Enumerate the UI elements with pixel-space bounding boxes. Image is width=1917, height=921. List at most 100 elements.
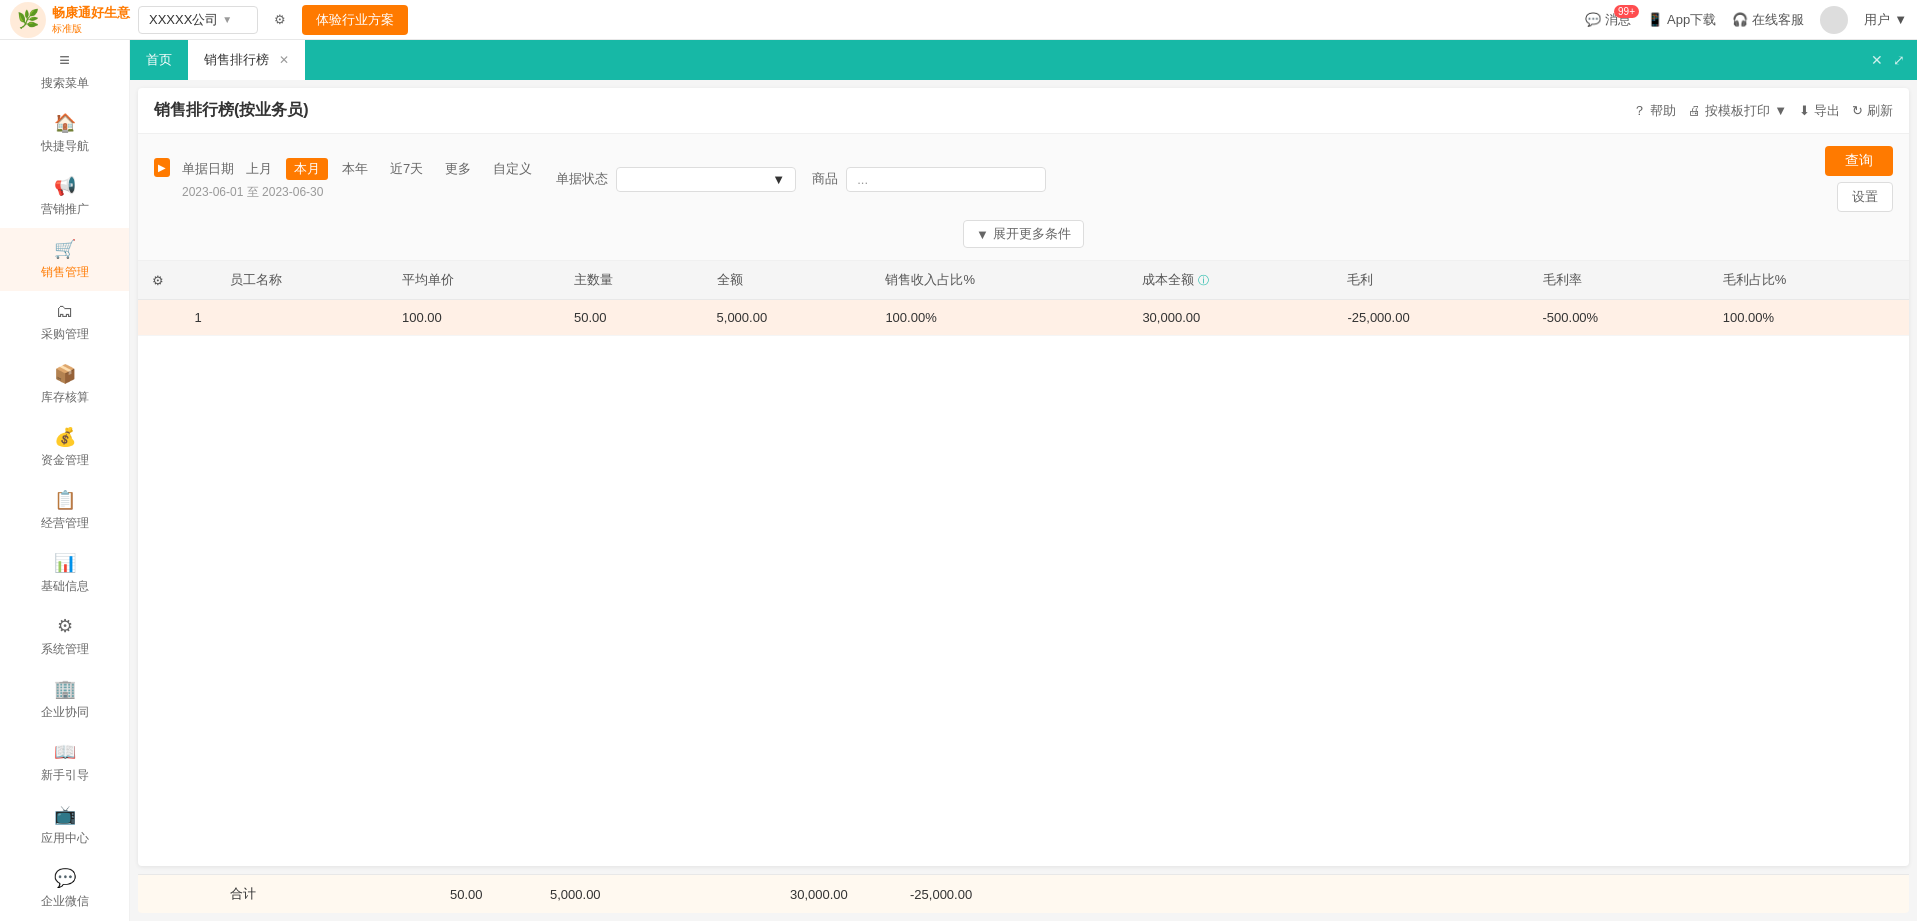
app-subtitle: 标准版 [52, 22, 130, 36]
date-filter: 单据日期 上月 本月 本年 近7天 更多 自定义 [182, 158, 540, 201]
user-name[interactable]: 用户 ▼ [1864, 11, 1907, 29]
svg-text:🌿: 🌿 [17, 8, 40, 30]
app-title: 畅康通好生意 [52, 4, 130, 22]
date-tab-7days[interactable]: 近7天 [382, 158, 431, 180]
filter-expand-toggle[interactable]: ▶ [154, 158, 170, 177]
date-tab-this-month[interactable]: 本月 [286, 158, 328, 180]
footer-main-qty: 50.00 [450, 887, 550, 902]
col-amount: 全额 [705, 261, 874, 300]
date-tab-last-month[interactable]: 上月 [238, 158, 280, 180]
table-row: 1 100.00 50.00 5,000.00 100.00% 30,000.0… [138, 300, 1909, 336]
query-button[interactable]: 查询 [1825, 146, 1893, 176]
content-area: 首页 销售排行榜 ✕ ✕ ⤢ 销售排行榜(按业务员) [130, 40, 1917, 921]
logo-area: 🌿 畅康通好生意 标准版 [10, 2, 130, 38]
cell-employee [218, 300, 390, 336]
col-main-qty: 主数量 [562, 261, 705, 300]
main-area: ≡ 搜索菜单 🏠 快捷导航 📢 营销推广 🛒 销售管理 🗂 采购管理 📦 [0, 40, 1917, 921]
goods-filter-label: 商品 [812, 170, 838, 188]
window-expand-icon[interactable]: ⤢ [1893, 52, 1905, 68]
sidebar-item-label: 采购管理 [41, 326, 89, 343]
logo-text: 畅康通好生意 标准版 [52, 4, 130, 36]
clipboard-icon: 📋 [54, 489, 76, 511]
help-btn[interactable]: ？ 帮助 [1633, 102, 1676, 120]
template-print-btn[interactable]: 🖨 按模板打印 ▼ [1688, 102, 1787, 120]
sidebar-item-label: 库存核算 [41, 389, 89, 406]
cell-amount: 5,000.00 [705, 300, 874, 336]
chevron-down-icon: ▼ [976, 227, 989, 242]
megaphone-icon: 📢 [54, 175, 76, 197]
page-title: 销售排行榜(按业务员) [154, 100, 309, 121]
footer-amount: 5,000.00 [550, 887, 670, 902]
info-icon: ⓘ [1198, 274, 1209, 286]
wechat-icon: 💬 [54, 867, 76, 889]
sidebar-item-inventory[interactable]: 📦 库存核算 [0, 353, 129, 416]
sidebar-item-quick-nav[interactable]: 🏠 快捷导航 [0, 102, 129, 165]
chart-icon: 📊 [54, 552, 76, 574]
online-service-btn[interactable]: 🎧 在线客服 [1732, 11, 1804, 29]
sidebar-item-search-order[interactable]: ≡ 搜索菜单 [0, 40, 129, 102]
date-tab-custom[interactable]: 自定义 [485, 158, 540, 180]
sidebar-item-label: 系统管理 [41, 641, 89, 658]
date-tab-this-year[interactable]: 本年 [334, 158, 376, 180]
date-tabs: 上月 本月 本年 近7天 更多 自定义 [238, 158, 540, 180]
goods-placeholder: ... [857, 172, 1035, 187]
sidebar-item-enterprise-collab[interactable]: 🏢 企业协同 [0, 668, 129, 731]
cart-icon: 🛒 [54, 238, 76, 260]
company-selector[interactable]: XXXXX公司 ▼ [138, 6, 258, 34]
window-close-icon[interactable]: ✕ [1871, 52, 1883, 68]
chevron-down-icon: ▼ [222, 14, 232, 25]
status-select[interactable]: ▼ [616, 167, 796, 192]
system-icon: ⚙ [57, 615, 73, 637]
tab-close-icon[interactable]: ✕ [279, 53, 289, 67]
sidebar-item-label: 快捷导航 [41, 138, 89, 155]
tab-bar: 首页 销售排行榜 ✕ ✕ ⤢ [130, 40, 1917, 80]
setting-button[interactable]: 设置 [1837, 182, 1893, 212]
sidebar-item-sales[interactable]: 🛒 销售管理 [0, 228, 129, 291]
expand-more-btn[interactable]: ▼ 展开更多条件 [963, 220, 1084, 248]
tab-sales-rank[interactable]: 销售排行榜 ✕ [188, 40, 305, 80]
page-content: 销售排行榜(按业务员) ？ 帮助 🖨 按模板打印 ▼ ⬇ [138, 88, 1909, 866]
sidebar-item-basic-info[interactable]: 📊 基础信息 [0, 542, 129, 605]
trial-button[interactable]: 体验行业方案 [302, 5, 408, 35]
col-settings[interactable]: ⚙ [138, 261, 178, 300]
sidebar-item-finance[interactable]: 💰 资金管理 [0, 416, 129, 479]
goods-input[interactable]: ... [846, 167, 1046, 192]
settings-icon-btn[interactable]: ⚙ [266, 6, 294, 34]
date-tab-more[interactable]: 更多 [437, 158, 479, 180]
table-settings-icon[interactable]: ⚙ [152, 273, 164, 288]
notification-icon: 💬 [1585, 12, 1601, 27]
sidebar-item-app-center[interactable]: 📺 应用中心 [0, 794, 129, 857]
sidebar-item-label: 搜索菜单 [41, 75, 89, 92]
sidebar-item-guide[interactable]: 📖 新手引导 [0, 731, 129, 794]
download-icon: 📱 [1647, 12, 1663, 27]
chevron-down-icon: ▼ [772, 172, 785, 187]
sidebar-item-system[interactable]: ⚙ 系统管理 [0, 605, 129, 668]
app-logo-icon: 🌿 [10, 2, 46, 38]
top-bar: 🌿 畅康通好生意 标准版 XXXXX公司 ▼ ⚙ 体验行业方案 💬 [0, 0, 1917, 40]
right-arrow-icon: ▶ [158, 162, 166, 173]
cell-sales-pct: 100.00% [873, 300, 1130, 336]
cell-profit: -25,000.00 [1335, 300, 1530, 336]
sidebar-item-operations[interactable]: 📋 经营管理 [0, 479, 129, 542]
date-filter-label: 单据日期 [182, 160, 234, 178]
user-avatar[interactable] [1820, 6, 1848, 34]
company-name: XXXXX公司 [149, 11, 218, 29]
sidebar-item-label: 营销推广 [41, 201, 89, 218]
date-filter-group: ▶ 单据日期 上月 本月 本年 近7天 [154, 158, 540, 201]
table-header-row: ⚙ 员工名称 平均单价 主数量 全额 销售收入占比% 成本全额 ⓘ 毛利 毛 [138, 261, 1909, 300]
refresh-btn[interactable]: ↻ 刷新 [1852, 102, 1893, 120]
export-btn[interactable]: ⬇ 导出 [1799, 102, 1840, 120]
print-icon: 🖨 [1688, 103, 1701, 118]
sidebar-item-purchase[interactable]: 🗂 采购管理 [0, 291, 129, 353]
tab-home[interactable]: 首页 [130, 40, 188, 80]
sidebar-item-enterprise-wechat[interactable]: 💬 企业微信 [0, 857, 129, 920]
sidebar-item-marketing[interactable]: 📢 营销推广 [0, 165, 129, 228]
notification-area[interactable]: 💬 消息 99+ [1585, 11, 1631, 29]
sidebar-item-label: 资金管理 [41, 452, 89, 469]
cell-cost-amount: 30,000.00 [1130, 300, 1335, 336]
cell-rank: 1 [178, 300, 218, 336]
app-download-btn[interactable]: 📱 App下载 [1647, 11, 1716, 29]
sidebar-item-label: 企业协同 [41, 704, 89, 721]
gear-icon: ⚙ [274, 12, 286, 27]
status-filter-label: 单据状态 [556, 170, 608, 188]
